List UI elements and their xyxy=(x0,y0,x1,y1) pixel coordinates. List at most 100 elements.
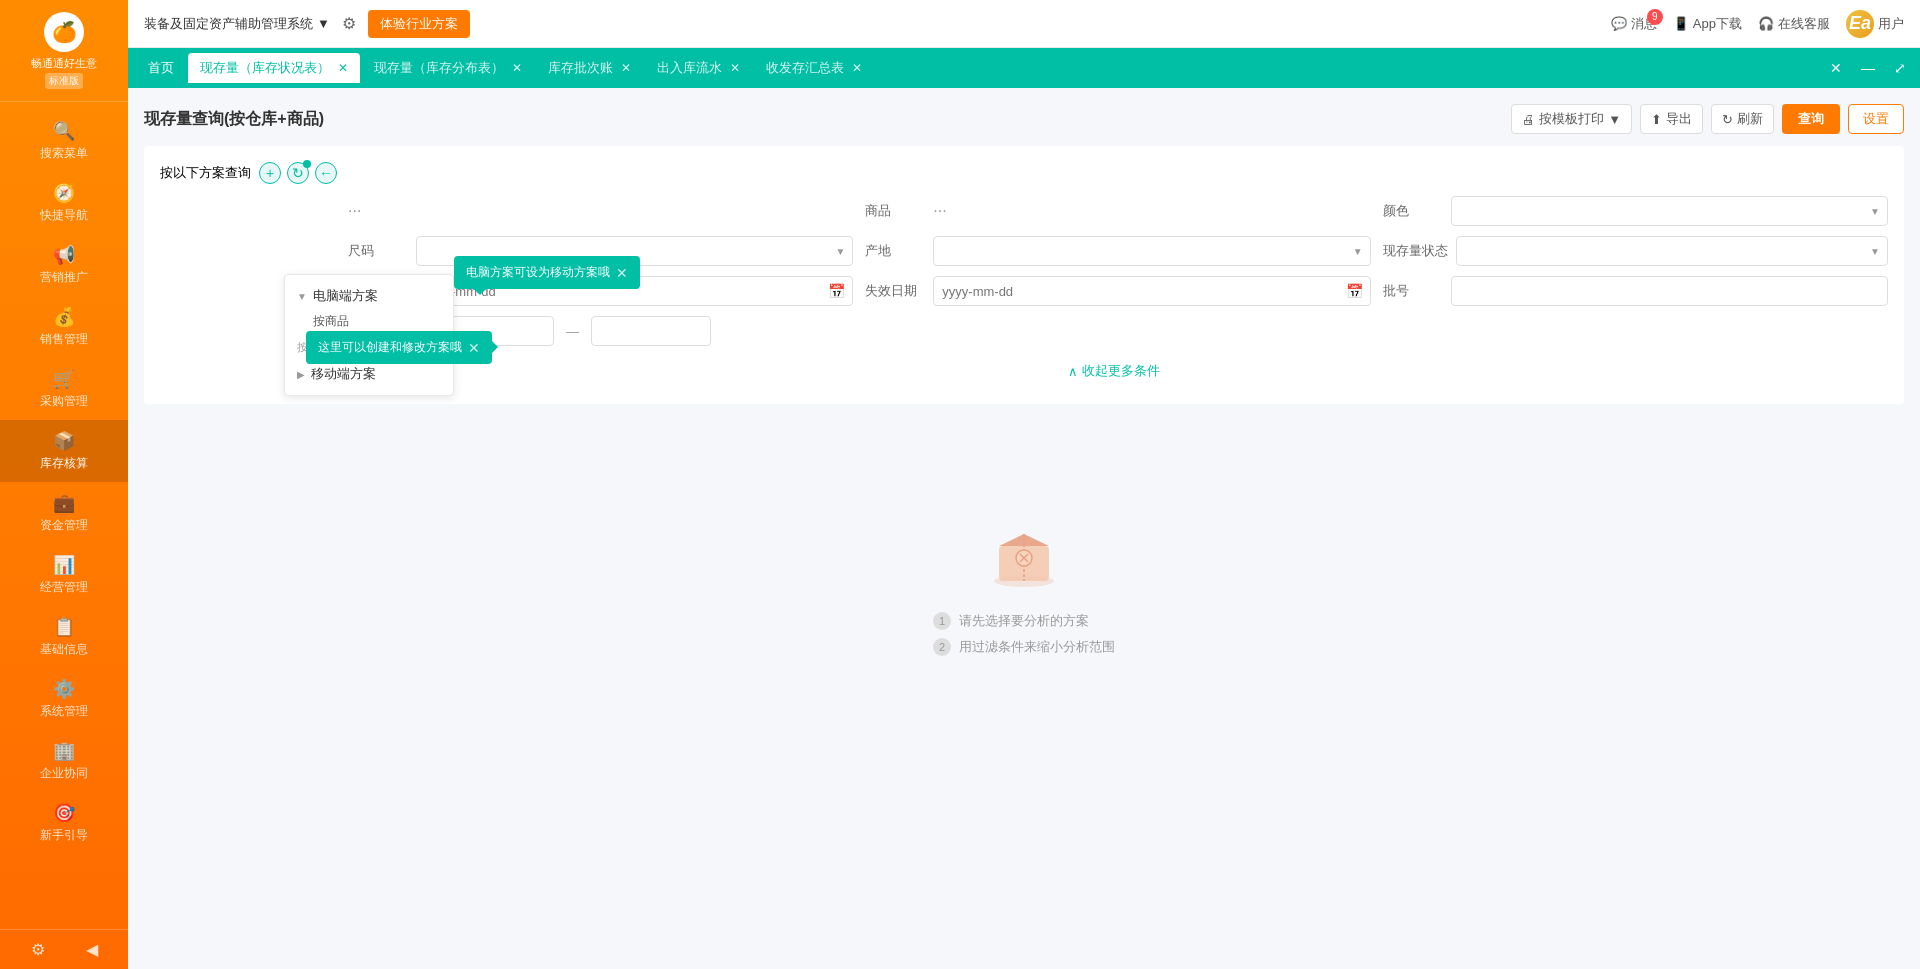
sidebar-item-sales[interactable]: 💰 销售管理 xyxy=(0,296,128,358)
sidebar-item-purchase[interactable]: 🛒 采购管理 xyxy=(0,358,128,420)
tab-minimize-btn[interactable]: — xyxy=(1856,56,1880,80)
tab-inventory-dist[interactable]: 现存量（库存分布表） ✕ xyxy=(362,53,534,83)
step-text-2: 用过滤条件来缩小分析范围 xyxy=(959,638,1115,656)
tab-label: 现存量（库存状况表） xyxy=(200,59,330,77)
app-download-item[interactable]: 📱 App下载 xyxy=(1673,15,1742,33)
tooltip-text: 这里可以创建和修改方案哦 xyxy=(318,339,462,356)
step-number-1: 1 xyxy=(933,612,951,630)
tab-label: 收发存汇总表 xyxy=(766,59,844,77)
warehouse-ellipsis-icon[interactable]: ··· xyxy=(348,202,361,220)
sidebar-item-label: 库存核算 xyxy=(40,455,88,472)
color-select[interactable] xyxy=(1451,196,1888,226)
tab-close-icon[interactable]: ✕ xyxy=(730,61,740,75)
support-item[interactable]: 🎧 在线客服 xyxy=(1758,15,1830,33)
operation-icon: 📊 xyxy=(53,554,75,576)
sidebar-item-label: 资金管理 xyxy=(40,517,88,534)
filter-field-origin: 产地 ▼ xyxy=(865,236,1370,266)
print-btn[interactable]: 🖨 按模板打印 ▼ xyxy=(1511,104,1632,134)
current-qty-to-input[interactable] xyxy=(591,316,711,346)
tab-close-icon[interactable]: ✕ xyxy=(852,61,862,75)
sidebar-item-enterprise[interactable]: 🏢 企业协同 xyxy=(0,730,128,792)
tab-close-icon[interactable]: ✕ xyxy=(512,61,522,75)
sidebar-item-finance[interactable]: 💼 资金管理 xyxy=(0,482,128,544)
tooltip-close-icon[interactable]: ✕ xyxy=(468,340,480,356)
tab-close-icon[interactable]: ✕ xyxy=(621,61,631,75)
tab-home[interactable]: 首页 xyxy=(136,53,186,83)
empty-step-2: 2 用过滤条件来缩小分析范围 xyxy=(933,638,1115,656)
system-name: 装备及固定资产辅助管理系统 xyxy=(144,15,313,33)
sidebar-item-operation[interactable]: 📊 经营管理 xyxy=(0,544,128,606)
sidebar-item-inventory[interactable]: 📦 库存核算 xyxy=(0,420,128,482)
product-ellipsis-icon[interactable]: ··· xyxy=(933,202,946,220)
tab-bar: 首页 现存量（库存状况表） ✕ 现存量（库存分布表） ✕ 库存批次账 ✕ 出入库… xyxy=(128,48,1920,88)
tab-label: 库存批次账 xyxy=(548,59,613,77)
sidebar-item-label: 销售管理 xyxy=(40,331,88,348)
export-btn-label: 导出 xyxy=(1666,110,1692,128)
product-label: 商品 xyxy=(865,202,925,220)
search-icon: 🔍 xyxy=(53,120,75,142)
batch-label: 批号 xyxy=(1383,282,1443,300)
tab-inventory-status[interactable]: 现存量（库存状况表） ✕ xyxy=(188,53,360,83)
refresh-circle-icon: ↻ xyxy=(292,165,304,181)
sidebar-item-system[interactable]: ⚙️ 系统管理 xyxy=(0,668,128,730)
system-dropdown-arrow: ▼ xyxy=(317,16,330,31)
user-item[interactable]: Ea 用户 xyxy=(1846,10,1904,38)
reset-btn[interactable]: 设置 xyxy=(1848,104,1904,134)
sidebar-item-newguide[interactable]: 🎯 新手引导 xyxy=(0,792,128,854)
page-header: 现存量查询(按仓库+商品) 🖨 按模板打印 ▼ ⬆ 导出 ↻ 刷新 查询 设置 xyxy=(144,104,1904,134)
export-btn[interactable]: ⬆ 导出 xyxy=(1640,104,1703,134)
tab-batch-account[interactable]: 库存批次账 ✕ xyxy=(536,53,643,83)
inventory-status-select[interactable] xyxy=(1456,236,1888,266)
collapse-btn[interactable]: ∧ 收起更多条件 xyxy=(340,354,1888,388)
color-label: 颜色 xyxy=(1383,202,1443,220)
refresh-scheme-icon[interactable]: ↻ xyxy=(287,162,309,184)
filter-header: 按以下方案查询 + ↻ ← xyxy=(160,162,1888,184)
tooltip-create-scheme: 这里可以创建和修改方案哦 ✕ xyxy=(306,331,492,364)
origin-select-wrapper: ▼ xyxy=(933,236,1370,266)
batch-input[interactable] xyxy=(1451,276,1888,306)
sidebar-logo: 🍊 畅通通好生意 标准版 xyxy=(0,0,128,102)
arrow-scheme-icon[interactable]: ← xyxy=(315,162,337,184)
system-selector[interactable]: 装备及固定资产辅助管理系统 ▼ xyxy=(144,15,330,33)
settings-bottom-icon[interactable]: ⚙ xyxy=(31,940,45,959)
sidebar-item-marketing[interactable]: 📢 营销推广 xyxy=(0,234,128,296)
empty-illustration xyxy=(974,496,1074,596)
tab-collect-summary[interactable]: 收发存汇总表 ✕ xyxy=(754,53,874,83)
message-item[interactable]: 💬 消息 9 xyxy=(1611,15,1657,33)
sidebar-item-search[interactable]: 🔍 搜索菜单 xyxy=(0,110,128,172)
query-btn[interactable]: 查询 xyxy=(1782,104,1840,134)
sidebar-item-guide[interactable]: 🧭 快捷导航 xyxy=(0,172,128,234)
refresh-btn[interactable]: ↻ 刷新 xyxy=(1711,104,1774,134)
collapse-sidebar-icon[interactable]: ◀ xyxy=(86,940,98,959)
step-text-1: 请先选择要分析的方案 xyxy=(959,612,1089,630)
app-label: App下载 xyxy=(1693,15,1742,33)
size-label: 尺码 xyxy=(348,242,408,260)
logo-icon: 🍊 xyxy=(44,12,84,52)
tab-in-out-flow[interactable]: 出入库流水 ✕ xyxy=(645,53,752,83)
color-select-wrapper: ▼ xyxy=(1451,196,1888,226)
message-badge: 9 xyxy=(1647,9,1663,25)
origin-select[interactable] xyxy=(933,236,1370,266)
tab-close-all-btn[interactable]: ✕ xyxy=(1824,56,1848,80)
tab-maximize-btn[interactable]: ⤢ xyxy=(1888,56,1912,80)
tooltip-close-icon[interactable]: ✕ xyxy=(616,265,628,281)
settings-icon[interactable]: ⚙ xyxy=(342,14,356,33)
indicator-dot xyxy=(303,160,311,168)
expire-date-from-input[interactable] xyxy=(933,276,1370,306)
scheme-group-label: 电脑端方案 xyxy=(313,287,378,305)
industry-btn[interactable]: 体验行业方案 xyxy=(368,10,470,38)
system-icon: ⚙️ xyxy=(53,678,75,700)
sidebar-bottom: ⚙ ◀ xyxy=(0,929,128,969)
logo-badge: 标准版 xyxy=(45,73,83,89)
tab-close-icon[interactable]: ✕ xyxy=(338,61,348,75)
print-icon: 🖨 xyxy=(1522,112,1535,127)
scheme-group-arrow-icon: ▼ xyxy=(297,291,307,302)
newguide-icon: 🎯 xyxy=(53,802,75,824)
finance-icon: 💼 xyxy=(53,492,75,514)
sidebar-item-label: 营销推广 xyxy=(40,269,88,286)
scheme-group-desktop-header[interactable]: ▼ 电脑端方案 xyxy=(285,283,453,309)
scheme-group-mobile-header[interactable]: ▶ 移动端方案 xyxy=(285,361,453,387)
left-arrow-icon: ← xyxy=(319,165,333,181)
add-scheme-icon[interactable]: + xyxy=(259,162,281,184)
sidebar-item-basic[interactable]: 📋 基础信息 xyxy=(0,606,128,668)
